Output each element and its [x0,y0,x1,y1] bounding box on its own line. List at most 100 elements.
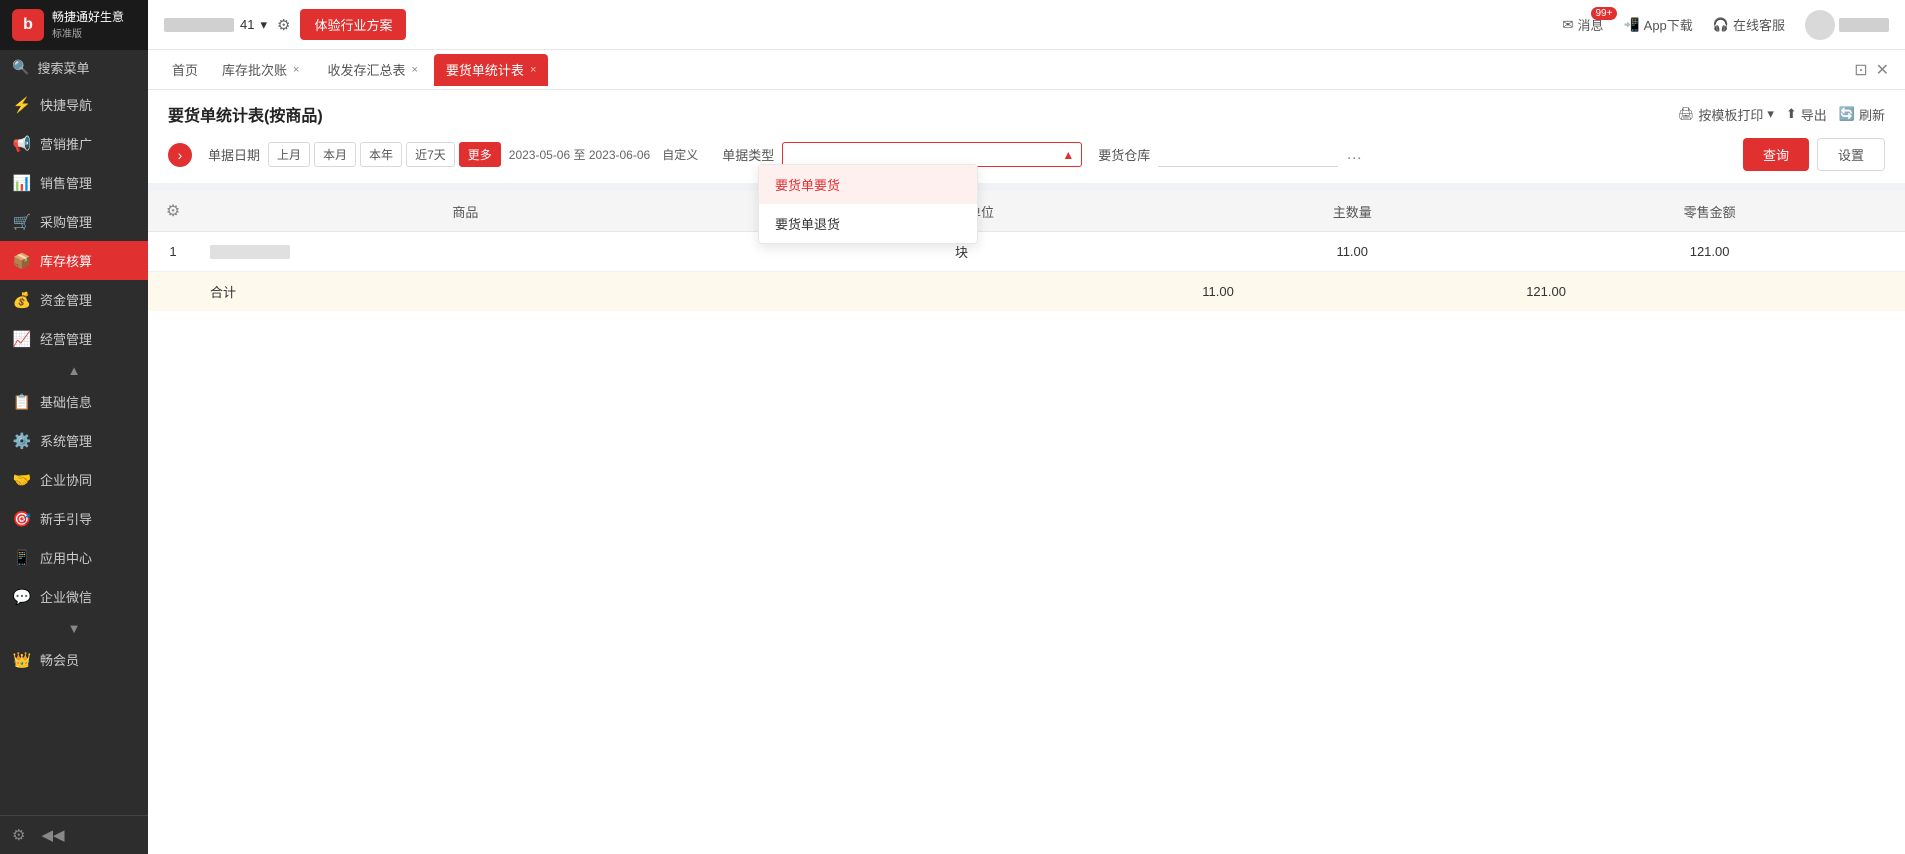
col-settings: ⚙ [148,191,198,232]
user-avatar [1805,10,1835,40]
column-settings-icon[interactable]: ⚙ [166,203,180,220]
tab-order-stats-close[interactable]: × [530,64,536,76]
print-label: 按模板打印 [1698,105,1763,124]
sales-icon: 📊 [12,174,32,192]
app-download-icon: 📲 [1623,17,1639,33]
message-badge: 99+ [1591,7,1618,20]
refresh-icon: 🔄 [1839,106,1855,122]
dropdown-item-0[interactable]: 要货单要货 [759,165,977,204]
company-selector[interactable]: 41 ▾ [164,17,267,33]
warehouse-more-btn[interactable]: … [1346,146,1362,164]
purchase-icon: 🛒 [12,213,32,231]
export-label: 导出 [1801,105,1827,124]
sidebar-search[interactable]: 🔍 搜索菜单 [0,50,148,85]
sidebar-item-wechat[interactable]: 💬 企业微信 [0,577,148,616]
tab-home[interactable]: 首页 [164,54,206,86]
finance-icon: 💰 [12,291,32,309]
tab-home-label: 首页 [172,60,198,79]
sidebar-collapse-btn[interactable]: ◀◀ [41,826,64,844]
enterprise-icon: 🤝 [12,471,32,489]
settings-icon[interactable]: ⚙ [12,826,25,844]
refresh-btn[interactable]: 🔄 刷新 [1839,105,1885,124]
search-icon: 🔍 [12,59,29,76]
window-restore-btn[interactable]: ⊡ [1854,60,1867,80]
sidebar-item-sales[interactable]: 📊 销售管理 [0,163,148,202]
sidebar-item-guide[interactable]: 🎯 新手引导 [0,499,148,538]
app-center-icon: 📱 [12,549,32,567]
sidebar-scroll-up[interactable]: ▲ [0,358,148,382]
sidebar-item-system[interactable]: ⚙️ 系统管理 [0,421,148,460]
sidebar-item-operations[interactable]: 📈 经营管理 [0,319,148,358]
warehouse-label: 要货仓库 [1098,145,1150,164]
sidebar-item-marketing[interactable]: 📢 营销推广 [0,124,148,163]
sidebar-scroll-down[interactable]: ▼ [0,616,148,640]
filter-warehouse-group: 要货仓库 … [1098,143,1362,167]
this-year-btn[interactable]: 本年 [360,142,402,167]
product-name-placeholder [210,245,290,259]
row-product [198,232,733,272]
sidebar-logo: b 畅捷通好生意 标准版 [0,0,148,50]
filter-expand-btn[interactable]: › [168,143,192,167]
window-close-btn[interactable]: ✕ [1876,60,1889,80]
topbar: 41 ▾ ⚙ 体验行业方案 ✉ 消息 99+ 📲 App下载 🎧 在线客服 [148,0,1905,50]
sidebar-item-membership[interactable]: 👑 畅会员 [0,640,148,679]
online-service-btn[interactable]: 🎧 在线客服 [1713,15,1785,34]
sidebar-item-basic-info[interactable]: 📋 基础信息 [0,382,148,421]
message-icon: ✉ [1563,17,1574,33]
this-month-btn[interactable]: 本月 [314,142,356,167]
tab-inventory-batch[interactable]: 库存批次账 × [210,54,311,86]
tab-inventory-batch-label: 库存批次账 [222,60,287,79]
wechat-icon: 💬 [12,588,32,606]
app-download-btn[interactable]: 📲 App下载 [1623,15,1692,34]
custom-date-btn[interactable]: 自定义 [654,143,706,166]
app-name: 畅捷通好生意 [52,10,124,26]
date-range-display: 2023-05-06 至 2023-06-06 [509,146,650,163]
more-dates-btn[interactable]: 更多 [459,142,501,167]
tab-order-stats[interactable]: 要货单统计表 × [434,54,548,86]
sidebar-item-purchase[interactable]: 🛒 采购管理 [0,202,148,241]
tab-inout-summary[interactable]: 收发存汇总表 × [315,54,429,86]
app-version: 标准版 [52,25,124,40]
row-qty: 11.00 [1190,232,1514,272]
table-row: 1 块 11.00 121.00 [148,232,1905,272]
sidebar-item-membership-label: 畅会员 [40,650,79,669]
dropdown-item-1-label: 要货单退货 [775,217,840,232]
headset-icon: 🎧 [1713,17,1729,33]
type-dropdown: 要货单要货 要货单退货 [758,164,978,244]
user-avatar-btn[interactable] [1805,10,1889,40]
table-total-row: 合计 11.00 121.00 [148,272,1905,312]
refresh-label: 刷新 [1859,105,1885,124]
main-content: 41 ▾ ⚙ 体验行业方案 ✉ 消息 99+ 📲 App下载 🎧 在线客服 [148,0,1905,854]
message-btn[interactable]: ✉ 消息 99+ [1563,15,1604,34]
type-select-arrow[interactable]: ▲ [1062,148,1074,162]
trial-industry-btn[interactable]: 体验行业方案 [300,9,406,40]
dropdown-item-1[interactable]: 要货单退货 [759,204,977,243]
operations-icon: 📈 [12,330,32,348]
tab-inout-summary-label: 收发存汇总表 [327,60,405,79]
sidebar-item-quick-nav-label: 快捷导航 [40,95,92,114]
setting-btn[interactable]: 设置 [1817,138,1885,171]
sidebar-item-finance-label: 资金管理 [40,290,92,309]
warehouse-input[interactable] [1158,143,1338,167]
query-btn[interactable]: 查询 [1743,138,1809,171]
inventory-icon: 📦 [12,252,32,270]
filter-date-group: 单据日期 上月 本月 本年 近7天 更多 2023-05-06 至 2023-0… [208,142,706,167]
sidebar-item-sales-label: 销售管理 [40,173,92,192]
tab-inout-summary-close[interactable]: × [411,64,417,76]
page-header-actions: 🖨 按模板打印 ▾ ⬆ 导出 🔄 刷新 [1678,105,1885,124]
topbar-gear-icon[interactable]: ⚙ [277,16,290,34]
online-service-label: 在线客服 [1733,15,1785,34]
last-month-btn[interactable]: 上月 [268,142,310,167]
sidebar-item-enterprise[interactable]: 🤝 企业协同 [0,460,148,499]
tab-inventory-batch-close[interactable]: × [293,64,299,76]
print-btn[interactable]: 🖨 按模板打印 ▾ [1678,105,1774,124]
last-7-days-btn[interactable]: 近7天 [406,142,455,167]
total-empty-1 [148,272,198,312]
sidebar-item-app-center[interactable]: 📱 应用中心 [0,538,148,577]
sidebar-item-quick-nav[interactable]: ⚡ 快捷导航 [0,85,148,124]
print-dropdown-icon: ▾ [1767,106,1774,122]
export-btn[interactable]: ⬆ 导出 [1786,105,1827,124]
sidebar-item-finance[interactable]: 💰 资金管理 [0,280,148,319]
app-logo-icon: b [12,9,44,41]
sidebar-item-inventory[interactable]: 📦 库存核算 [0,241,148,280]
